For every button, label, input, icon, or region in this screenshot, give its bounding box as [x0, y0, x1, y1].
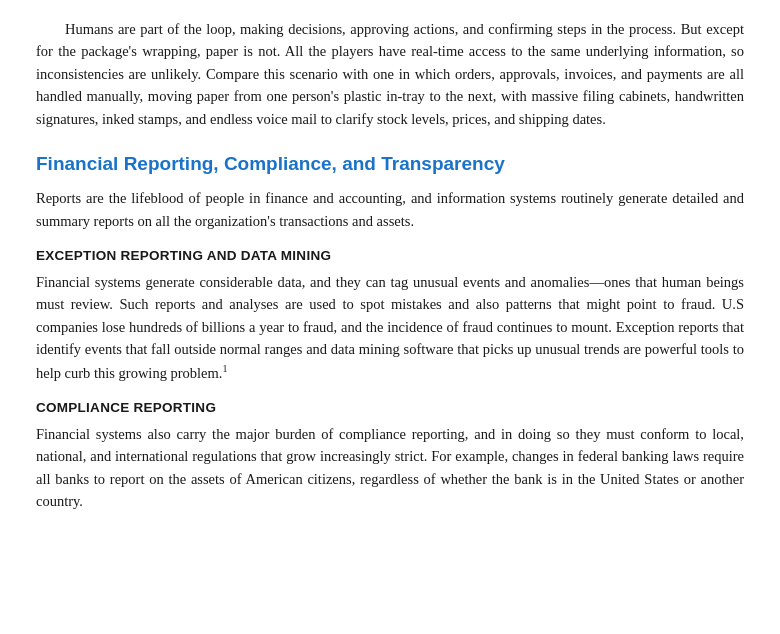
subsection-compliance: COMPLIANCE REPORTING Financial systems a…	[36, 398, 744, 513]
financial-section-heading: Financial Reporting, Compliance, and Tra…	[36, 152, 744, 177]
intro-paragraph: Humans are part of the loop, making deci…	[36, 18, 744, 130]
subsection-exception: EXCEPTION REPORTING AND DATA MINING Fina…	[36, 246, 744, 384]
page-content: Humans are part of the loop, making deci…	[0, 0, 780, 533]
footnote-1: 1	[222, 363, 227, 374]
compliance-heading: COMPLIANCE REPORTING	[36, 398, 744, 419]
compliance-body: Financial systems also carry the major b…	[36, 423, 744, 513]
exception-body: Financial systems generate considerable …	[36, 271, 744, 384]
exception-heading: EXCEPTION REPORTING AND DATA MINING	[36, 246, 744, 267]
financial-section-intro: Reports are the lifeblood of people in f…	[36, 187, 744, 232]
